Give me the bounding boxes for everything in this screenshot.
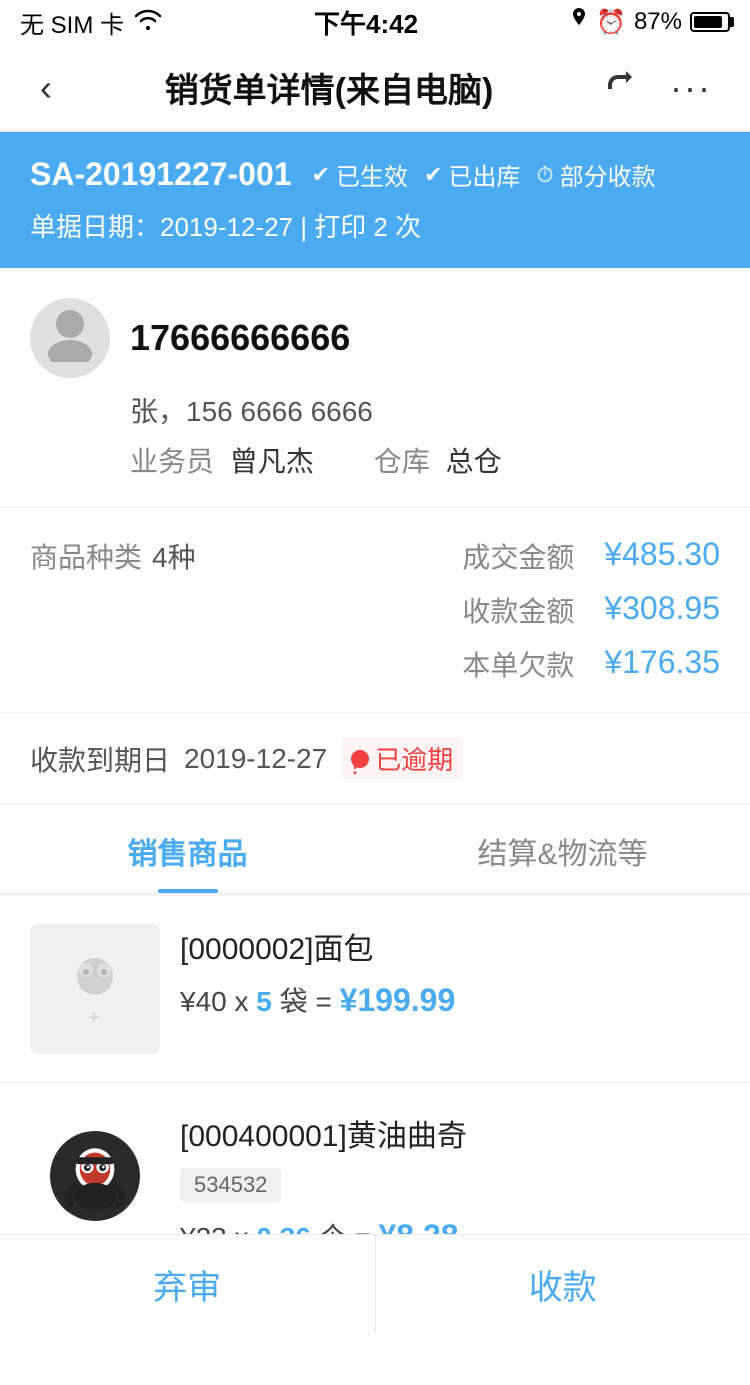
product-sku: 534532: [180, 1168, 281, 1202]
customer-name: 张，156 6666 6666: [130, 390, 720, 430]
customer-section: 17666666666 张，156 6666 6666 业务员 曾凡杰 仓库 总…: [0, 268, 750, 506]
badge-effective: ✔ 已生效: [312, 157, 408, 192]
avatar-icon: [40, 302, 100, 374]
tab-bar: 销售商品 结算&物流等: [0, 805, 750, 894]
product-name-1: [0000002]面包: [180, 924, 720, 968]
more-button[interactable]: ···: [662, 59, 720, 117]
back-button[interactable]: ‹: [30, 57, 62, 119]
customer-meta: 业务员 曾凡杰 仓库 总仓: [130, 440, 720, 480]
order-id: SA-20191227-001: [30, 156, 292, 193]
badge-shipped: ✔ 已出库: [424, 157, 520, 192]
page-title: 销货单详情(来自电脑): [165, 63, 494, 112]
product-thumbnail-1: +: [30, 924, 160, 1054]
tab-settlement[interactable]: 结算&物流等: [375, 805, 750, 893]
product-types-value: 4种: [152, 536, 196, 576]
order-header: SA-20191227-001 ✔ 已生效 ✔ 已出库 ⏱ 部分收款 单据日期：…: [0, 132, 750, 268]
battery-text: 87%: [634, 8, 682, 36]
clock-icon: ⏱: [536, 162, 553, 188]
received-value: ¥308.95: [604, 590, 720, 630]
check-icon: ✔: [312, 162, 330, 188]
nav-bar: ‹ 销货单详情(来自电脑) ···: [0, 44, 750, 132]
check-icon-2: ✔: [424, 162, 442, 188]
arrears-row: 本单欠款 ¥176.35: [462, 644, 720, 684]
warehouse: 仓库 总仓: [374, 440, 502, 480]
overdue-dot-icon: !: [351, 750, 369, 768]
arrears-value: ¥176.35: [604, 644, 720, 684]
alarm-icon: ⏰: [596, 8, 626, 37]
due-date-value: 2019-12-27: [184, 743, 327, 775]
status-carrier: 无 SIM 卡: [20, 5, 162, 40]
status-indicators: ⏰ 87%: [570, 8, 730, 37]
amount-row: 成交金额 ¥485.30: [462, 536, 720, 576]
product-price-1: ¥40 x 5 袋 = ¥199.99: [180, 980, 720, 1020]
svg-text:+: +: [88, 1007, 100, 1029]
received-row: 收款金额 ¥308.95: [462, 590, 720, 630]
overdue-text: 已逾期: [375, 740, 453, 777]
stats-section: 商品种类 4种 成交金额 ¥485.30 收款金额 ¥308.95 本单欠款 ¥…: [0, 508, 750, 712]
order-meta: 单据日期：2019-12-27 | 打印 2 次: [30, 207, 720, 244]
bottom-action-bar: 弃审 收款: [0, 1234, 750, 1334]
product-name-2: [000400001]黄油曲奇: [180, 1111, 720, 1155]
battery-icon: [690, 12, 730, 32]
product-info-1: [0000002]面包 ¥40 x 5 袋 = ¥199.99: [180, 924, 720, 1020]
location-icon: [570, 8, 588, 37]
arrears-label: 本单欠款: [462, 644, 574, 684]
tab-products[interactable]: 销售商品: [0, 805, 375, 893]
overdue-badge: ! 已逾期: [341, 738, 463, 779]
due-date-section: 收款到期日 2019-12-27 ! 已逾期: [0, 714, 750, 803]
customer-phone: 17666666666: [130, 317, 350, 359]
list-item: + [0000002]面包 ¥40 x 5 袋 = ¥199.99: [0, 896, 750, 1083]
collect-payment-button[interactable]: 收款: [376, 1235, 750, 1334]
sales-rep: 业务员 曾凡杰: [130, 440, 314, 480]
carrier-text: 无 SIM 卡: [20, 5, 124, 40]
amount-label: 成交金额: [462, 536, 574, 576]
amounts: 成交金额 ¥485.30 收款金额 ¥308.95 本单欠款 ¥176.35: [462, 536, 720, 684]
avatar: [30, 298, 110, 378]
received-label: 收款金额: [462, 590, 574, 630]
reject-button[interactable]: 弃审: [0, 1235, 376, 1334]
order-badges: ✔ 已生效 ✔ 已出库 ⏱ 部分收款: [312, 157, 656, 192]
share-button[interactable]: [596, 61, 642, 115]
product-thumbnail-2: [30, 1111, 160, 1241]
nav-actions: ···: [596, 59, 720, 117]
amount-value: ¥485.30: [604, 536, 720, 576]
product-types-label: 商品种类: [30, 536, 142, 576]
badge-partial: ⏱ 部分收款: [536, 157, 655, 192]
status-bar: 无 SIM 卡 下午4:42 ⏰ 87%: [0, 0, 750, 44]
status-time: 下午4:42: [314, 4, 418, 41]
product-types: 商品种类 4种: [30, 536, 196, 576]
wifi-icon: [134, 8, 162, 37]
due-date-label: 收款到期日: [30, 739, 170, 779]
